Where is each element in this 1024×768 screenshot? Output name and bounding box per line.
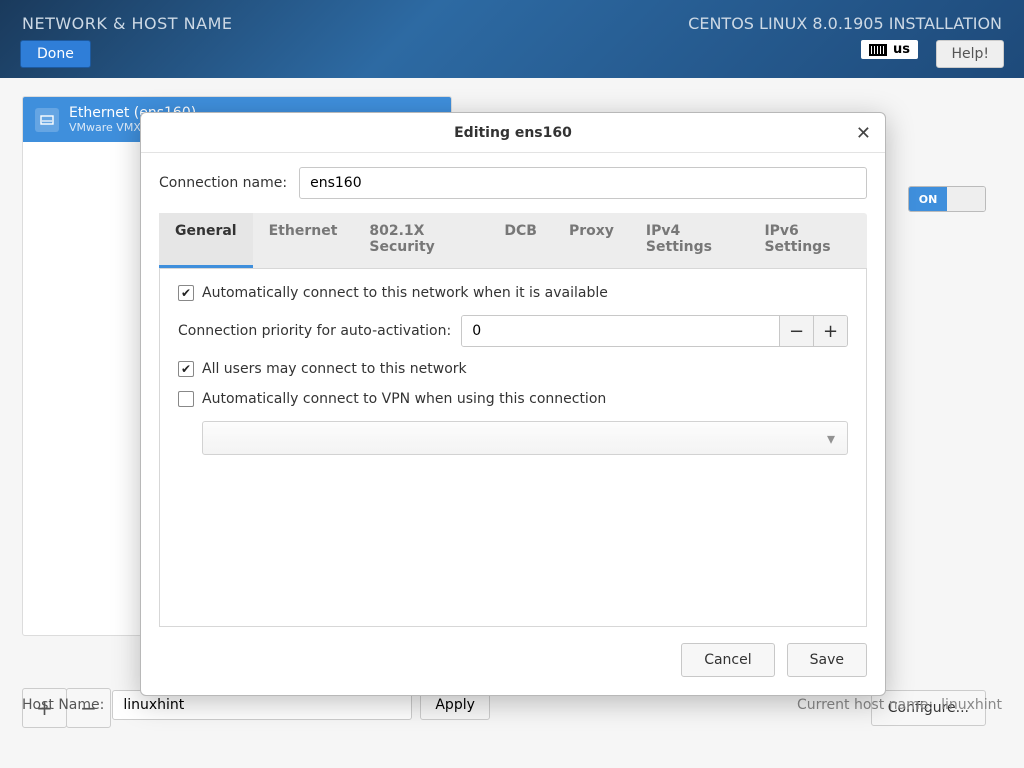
cancel-button[interactable]: Cancel — [681, 643, 774, 677]
dialog-titlebar: Editing ens160 ✕ — [141, 113, 885, 153]
auto-vpn-checkbox[interactable] — [178, 391, 194, 407]
done-button[interactable]: Done — [20, 40, 91, 68]
close-icon[interactable]: ✕ — [856, 123, 871, 144]
page-title: NETWORK & HOST NAME — [22, 14, 233, 33]
tab-ethernet[interactable]: Ethernet — [253, 213, 354, 268]
tab-ipv4-settings[interactable]: IPv4 Settings — [630, 213, 749, 268]
vpn-select[interactable] — [202, 421, 848, 455]
toggle-on-label: ON — [909, 187, 947, 211]
dialog-tabs: General Ethernet 802.1X Security DCB Pro… — [159, 213, 867, 269]
save-button[interactable]: Save — [787, 643, 867, 677]
auto-connect-row: Automatically connect to this network wh… — [178, 285, 848, 301]
priority-input[interactable] — [462, 316, 779, 346]
tab-ipv6-settings[interactable]: IPv6 Settings — [748, 213, 867, 268]
all-users-row: All users may connect to this network — [178, 361, 848, 377]
installer-header: NETWORK & HOST NAME CENTOS LINUX 8.0.190… — [0, 0, 1024, 78]
dialog-actions: Cancel Save — [141, 627, 885, 695]
auto-connect-checkbox[interactable] — [178, 285, 194, 301]
hostname-label: Host Name: — [22, 697, 104, 713]
connection-name-row: Connection name: — [159, 167, 867, 199]
current-hostname-label: Current host name: — [797, 697, 933, 713]
connection-name-input[interactable] — [299, 167, 867, 199]
tab-proxy[interactable]: Proxy — [553, 213, 630, 268]
auto-connect-label: Automatically connect to this network wh… — [202, 285, 608, 301]
connection-name-label: Connection name: — [159, 175, 287, 191]
tab-8021x-security[interactable]: 802.1X Security — [353, 213, 488, 268]
product-title: CENTOS LINUX 8.0.1905 INSTALLATION — [688, 14, 1002, 33]
tab-general[interactable]: General — [159, 213, 253, 268]
keyboard-indicator[interactable]: us — [861, 40, 918, 59]
toggle-handle — [947, 187, 985, 211]
all-users-checkbox[interactable] — [178, 361, 194, 377]
dialog-title: Editing ens160 — [454, 125, 572, 141]
tab-dcb[interactable]: DCB — [488, 213, 553, 268]
priority-row: Connection priority for auto-activation:… — [178, 315, 848, 347]
priority-increment-button[interactable]: + — [813, 316, 847, 346]
current-hostname-value: linuxhint — [941, 697, 1002, 713]
priority-spinner: − + — [461, 315, 848, 347]
help-button[interactable]: Help! — [936, 40, 1004, 68]
all-users-label: All users may connect to this network — [202, 361, 467, 377]
priority-decrement-button[interactable]: − — [779, 316, 813, 346]
auto-vpn-label: Automatically connect to VPN when using … — [202, 391, 606, 407]
dialog-body: Connection name: General Ethernet 802.1X… — [141, 153, 885, 627]
edit-connection-dialog: Editing ens160 ✕ Connection name: Genera… — [140, 112, 886, 696]
auto-vpn-row: Automatically connect to VPN when using … — [178, 391, 848, 407]
connection-toggle[interactable]: ON — [908, 186, 986, 212]
ethernet-icon — [35, 108, 59, 132]
tab-panel-general: Automatically connect to this network wh… — [159, 269, 867, 627]
keyboard-layout-label: us — [893, 42, 910, 57]
priority-label: Connection priority for auto-activation: — [178, 323, 451, 339]
keyboard-icon — [869, 44, 887, 56]
